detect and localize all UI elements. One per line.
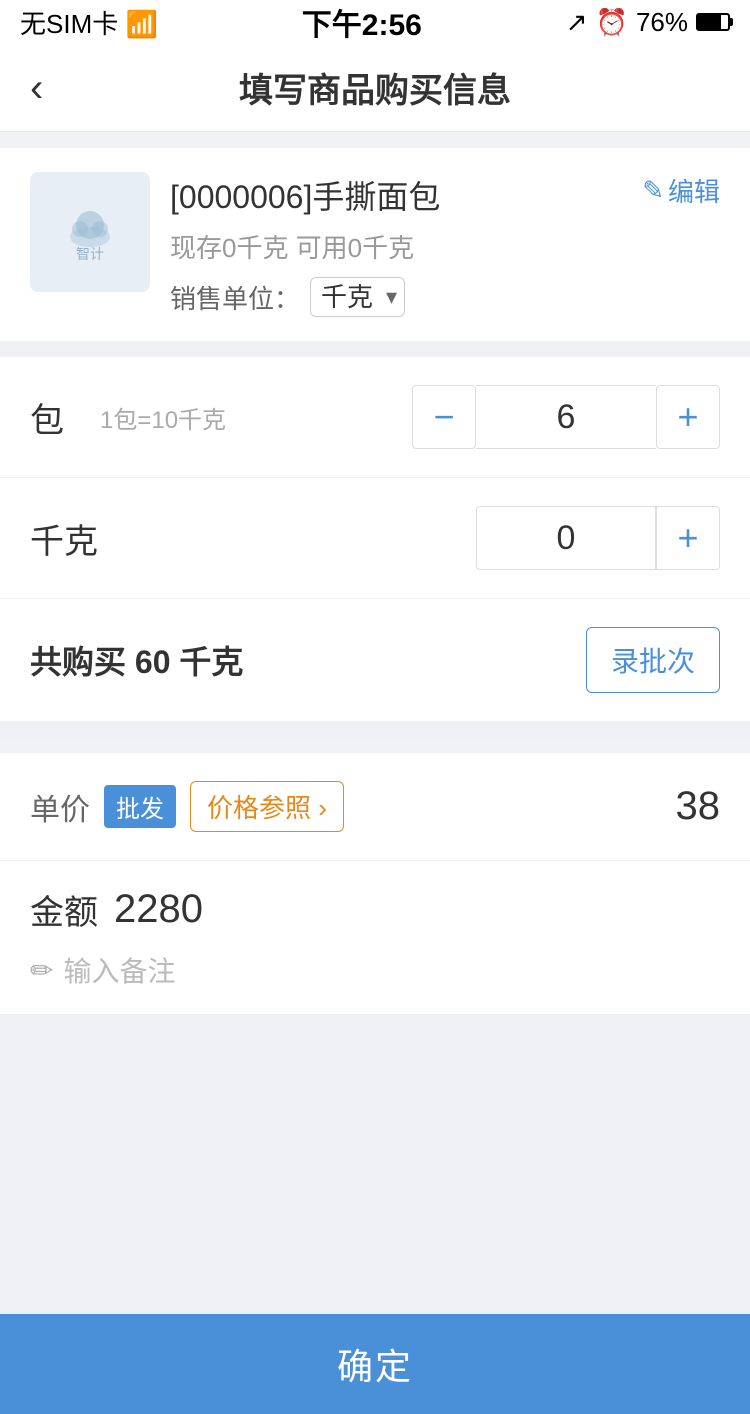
- empty-space: [0, 1014, 750, 1314]
- nav-bar: ‹ 填写商品购买信息: [0, 44, 750, 132]
- section-separator: [0, 341, 750, 357]
- quantity-section: 包 1包=10千克 − + 千克 +: [0, 357, 750, 599]
- confirm-button[interactable]: 确定: [337, 1338, 413, 1390]
- status-battery: ↗ ⏰ 76%: [566, 7, 730, 38]
- package-decrement-button[interactable]: −: [412, 385, 476, 449]
- alarm-icon: ⏰: [596, 7, 628, 38]
- svg-text:智计: 智计: [76, 246, 104, 262]
- edit-button[interactable]: ✎ 编辑: [642, 172, 720, 209]
- kg-qty-row: 千克 +: [0, 478, 750, 599]
- edit-icon: ✎: [642, 175, 664, 206]
- price-type-badge: 批发: [104, 785, 176, 828]
- product-image: 智计: [30, 172, 150, 292]
- batch-button[interactable]: 录批次: [586, 627, 720, 693]
- package-qty-control: − +: [412, 385, 720, 449]
- product-info: [0000006]手撕面包 现存0千克 可用0千克 销售单位： 千克 包: [170, 172, 622, 317]
- package-label: 包: [30, 393, 90, 442]
- amount-section: 金额 2280 ✏ 输入备注: [0, 860, 750, 1014]
- amount-value: 2280: [114, 887, 203, 932]
- battery-icon: [696, 13, 730, 31]
- back-button[interactable]: ‹: [30, 68, 43, 108]
- status-time: 下午2:56: [302, 0, 422, 44]
- kg-qty-input[interactable]: [476, 506, 656, 570]
- amount-label: 金额: [30, 885, 98, 934]
- product-card: 智计 [0000006]手撕面包 现存0千克 可用0千克 销售单位： 千克 包 …: [0, 148, 750, 341]
- remark-row[interactable]: ✏ 输入备注: [30, 950, 720, 990]
- price-label: 单价: [30, 785, 90, 829]
- unit-select[interactable]: 千克 包: [310, 277, 405, 317]
- status-signal: 无SIM卡 📶: [20, 4, 158, 41]
- unit-label: 销售单位：: [170, 279, 300, 316]
- product-name: [0000006]手撕面包: [170, 172, 622, 218]
- price-value: 38: [676, 784, 721, 829]
- section-separator-2: [0, 721, 750, 737]
- price-reference-button[interactable]: 价格参照 ›: [190, 781, 344, 832]
- total-amount: 60: [135, 644, 171, 680]
- package-qty-row: 包 1包=10千克 − +: [0, 357, 750, 478]
- product-stock: 现存0千克 可用0千克: [170, 228, 622, 265]
- status-bar: 无SIM卡 📶 下午2:56 ↗ ⏰ 76%: [0, 0, 750, 44]
- total-row: 共购买 60 千克 录批次: [0, 599, 750, 721]
- package-sublabel: 1包=10千克: [100, 400, 412, 435]
- product-unit-row: 销售单位： 千克 包: [170, 277, 622, 317]
- kg-qty-control: +: [476, 506, 720, 570]
- pencil-icon: ✏: [30, 954, 53, 987]
- package-increment-button[interactable]: +: [656, 385, 720, 449]
- amount-row: 金额 2280: [30, 885, 720, 934]
- unit-selector[interactable]: 千克 包: [310, 277, 405, 317]
- kg-increment-button[interactable]: +: [656, 506, 720, 570]
- location-icon: ↗: [566, 7, 588, 38]
- price-section: 单价 批发 价格参照 › 38: [0, 753, 750, 860]
- confirm-bar[interactable]: 确定: [0, 1314, 750, 1414]
- page-title: 填写商品购买信息: [239, 63, 511, 112]
- remark-placeholder: 输入备注: [63, 950, 175, 990]
- total-text: 共购买 60 千克: [30, 637, 243, 683]
- package-qty-input[interactable]: [476, 385, 656, 449]
- kg-label: 千克: [30, 514, 98, 563]
